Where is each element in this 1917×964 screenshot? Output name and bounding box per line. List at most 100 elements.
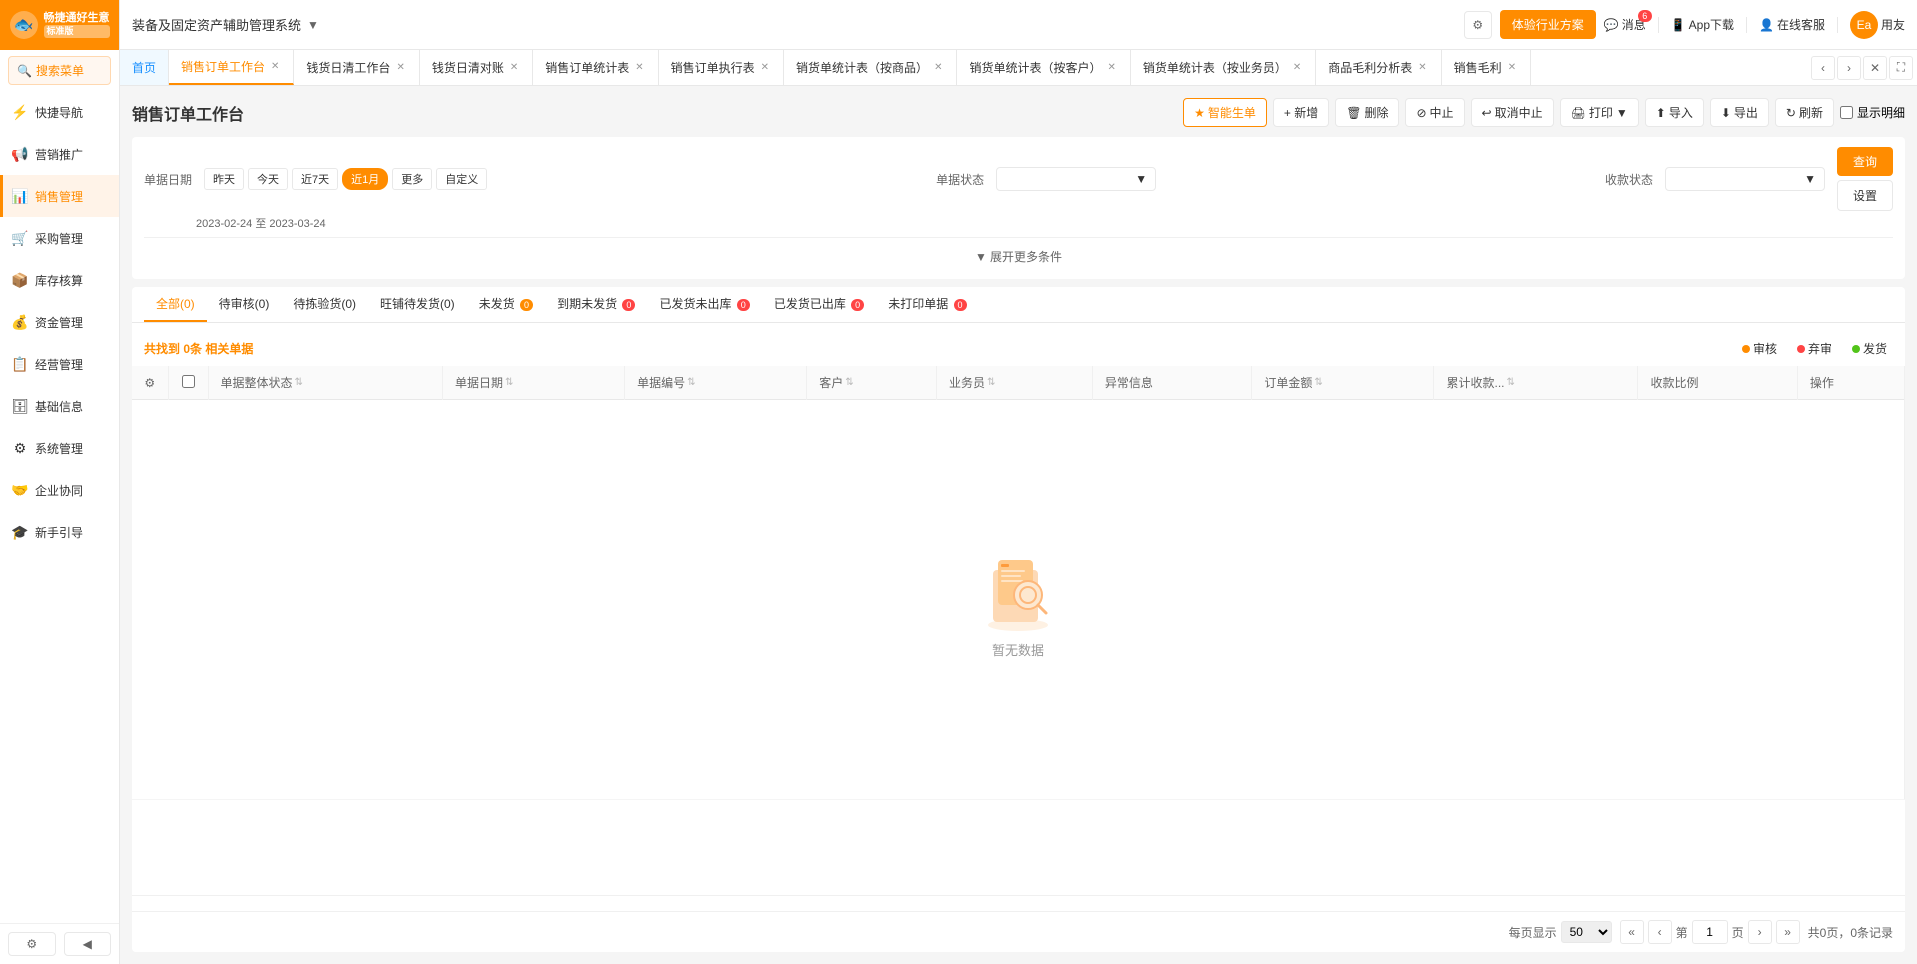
sub-tab-all[interactable]: 全部(0) bbox=[144, 287, 207, 322]
sidebar-item-sales[interactable]: 📊 销售管理 bbox=[0, 175, 119, 217]
tab-close-sales-goods[interactable]: ✕ bbox=[932, 61, 944, 74]
last-page-button[interactable]: » bbox=[1776, 920, 1800, 944]
smart-create-button[interactable]: ★ 智能生单 bbox=[1183, 98, 1267, 127]
tab-next-button[interactable]: › bbox=[1837, 56, 1861, 80]
sidebar-item-system[interactable]: ⚙ 系统管理 bbox=[0, 427, 119, 469]
system-dropdown-button[interactable]: ▼ bbox=[307, 18, 319, 32]
topbar-gear-button[interactable]: ⚙ bbox=[1464, 11, 1492, 39]
sub-tab-overdue-ship[interactable]: 到期未发货 0 bbox=[545, 287, 647, 322]
import-button[interactable]: ⬆ 导入 bbox=[1645, 98, 1704, 127]
deliver-dot bbox=[1852, 345, 1860, 353]
tab-daily-cash[interactable]: 钱货日清工作台 ✕ bbox=[294, 50, 419, 85]
sidebar-item-inventory[interactable]: 📦 库存核算 bbox=[0, 259, 119, 301]
sub-tab-shipped-not-out[interactable]: 已发货未出库 0 bbox=[647, 287, 761, 322]
tab-reconcile[interactable]: 钱货日清对账 ✕ bbox=[420, 50, 533, 85]
print-button[interactable]: 🖨 打印 ▼ bbox=[1560, 98, 1639, 127]
sort-customer[interactable]: ⇅ bbox=[845, 377, 853, 388]
sub-tab-pending-review[interactable]: 待审核(0) bbox=[207, 287, 282, 322]
tab-close-sales-staff[interactable]: ✕ bbox=[1291, 61, 1303, 74]
page-size-select[interactable]: 50 20 100 bbox=[1561, 921, 1612, 943]
expand-filter-button[interactable]: ▼ 展开更多条件 bbox=[967, 244, 1070, 269]
tab-fullscreen-button[interactable]: ⛶ bbox=[1889, 56, 1913, 80]
tab-close-all-button[interactable]: ✕ bbox=[1863, 56, 1887, 80]
date-btn-custom[interactable]: 自定义 bbox=[436, 168, 487, 190]
deliver-action[interactable]: 发货 bbox=[1846, 337, 1893, 360]
prev-page-button[interactable]: ‹ bbox=[1648, 920, 1672, 944]
date-btn-more[interactable]: 更多 bbox=[392, 168, 432, 190]
search-menu-button[interactable]: 🔍 搜索菜单 bbox=[8, 56, 111, 85]
next-page-button[interactable]: › bbox=[1748, 920, 1772, 944]
sort-amount[interactable]: ⇅ bbox=[1314, 377, 1322, 388]
sub-tab-pending-inspect[interactable]: 待拣验货(0) bbox=[281, 287, 368, 322]
divider bbox=[1658, 17, 1659, 33]
tab-close-sales-stats[interactable]: ✕ bbox=[633, 61, 645, 74]
sort-collected[interactable]: ⇅ bbox=[1507, 377, 1515, 388]
sort-date[interactable]: ⇅ bbox=[505, 377, 513, 388]
sidebar-item-quick-nav[interactable]: ⚡ 快捷导航 bbox=[0, 91, 119, 133]
message-button[interactable]: 💬 消息 6 bbox=[1604, 16, 1646, 33]
select-all-checkbox[interactable] bbox=[182, 375, 195, 388]
tab-close-sales-margin[interactable]: ✕ bbox=[1506, 61, 1518, 74]
tab-sales-stats[interactable]: 销售订单统计表 ✕ bbox=[533, 50, 658, 85]
tab-sales-exec[interactable]: 销售订单执行表 ✕ bbox=[659, 50, 784, 85]
sidebar-item-basic[interactable]: 🗄 基础信息 bbox=[0, 385, 119, 427]
status-filter-select[interactable]: ▼ bbox=[996, 167, 1156, 191]
tab-sales-staff[interactable]: 销货单统计表（按业务员） ✕ bbox=[1131, 50, 1316, 85]
settings-button[interactable]: 设置 bbox=[1837, 180, 1893, 211]
tab-close-sales-customer[interactable]: ✕ bbox=[1105, 61, 1117, 74]
receipt-filter-label: 收款状态 bbox=[1605, 171, 1653, 188]
sub-tab-wangpu[interactable]: 旺铺待发货(0) bbox=[368, 287, 467, 322]
sidebar-item-purchase[interactable]: 🛒 采购管理 bbox=[0, 217, 119, 259]
sidebar-item-marketing[interactable]: 📢 营销推广 bbox=[0, 133, 119, 175]
tab-close-reconcile[interactable]: ✕ bbox=[508, 61, 520, 74]
tab-sales-customer[interactable]: 销货单统计表（按客户） ✕ bbox=[957, 50, 1130, 85]
sub-tab-shipped-out[interactable]: 已发货已出库 0 bbox=[762, 287, 876, 322]
col-settings[interactable]: ⚙ bbox=[132, 366, 168, 400]
receipt-filter-select[interactable]: ▼ bbox=[1665, 167, 1825, 191]
delete-button[interactable]: 🗑 删除 bbox=[1335, 98, 1399, 127]
tab-gross-profit[interactable]: 商品毛利分析表 ✕ bbox=[1316, 50, 1441, 85]
online-service-button[interactable]: 👤 在线客服 bbox=[1759, 16, 1825, 33]
date-btn-yesterday[interactable]: 昨天 bbox=[204, 168, 244, 190]
tab-sales-goods[interactable]: 销货单统计表（按商品） ✕ bbox=[784, 50, 957, 85]
stop-button[interactable]: ⊘ 中止 bbox=[1405, 98, 1464, 127]
sidebar-settings-button[interactable]: ⚙ bbox=[8, 932, 56, 956]
refresh-button[interactable]: ↻ 刷新 bbox=[1775, 98, 1834, 127]
date-btn-7days[interactable]: 近7天 bbox=[292, 168, 338, 190]
tab-close-gross-profit[interactable]: ✕ bbox=[1416, 61, 1428, 74]
sub-tab-not-shipped[interactable]: 未发货 0 bbox=[467, 287, 545, 322]
horizontal-scrollbar[interactable] bbox=[132, 895, 1905, 911]
tab-sales-workbench[interactable]: 销售订单工作台 ✕ bbox=[169, 50, 294, 85]
app-download-button[interactable]: 📱 App下载 bbox=[1671, 16, 1734, 33]
show-detail-label[interactable]: 显示明细 bbox=[1840, 104, 1905, 121]
sidebar-item-operations[interactable]: 📋 经营管理 bbox=[0, 343, 119, 385]
show-detail-checkbox[interactable] bbox=[1840, 106, 1853, 119]
tab-prev-button[interactable]: ‹ bbox=[1811, 56, 1835, 80]
solution-button[interactable]: 体验行业方案 bbox=[1500, 10, 1596, 39]
first-page-button[interactable]: « bbox=[1620, 920, 1644, 944]
export-button[interactable]: ⬇ 导出 bbox=[1710, 98, 1769, 127]
sort-staff[interactable]: ⇅ bbox=[987, 377, 995, 388]
date-btn-1month[interactable]: 近1月 bbox=[342, 168, 388, 190]
audit-action[interactable]: 审核 bbox=[1736, 337, 1783, 360]
tab-close-sales-exec[interactable]: ✕ bbox=[759, 61, 771, 74]
sub-tab-not-printed[interactable]: 未打印单据 0 bbox=[876, 287, 978, 322]
tab-close-sales[interactable]: ✕ bbox=[269, 60, 281, 73]
user-button[interactable]: Ea 用友 bbox=[1850, 11, 1905, 39]
query-button[interactable]: 查询 bbox=[1837, 147, 1893, 176]
sidebar-item-enterprise[interactable]: 🤝 企业协同 bbox=[0, 469, 119, 511]
tab-home[interactable]: 首页 bbox=[120, 50, 169, 85]
cancel-audit-action[interactable]: 弃审 bbox=[1791, 337, 1838, 360]
sidebar-item-finance[interactable]: 💰 资金管理 bbox=[0, 301, 119, 343]
col-checkbox[interactable] bbox=[168, 366, 208, 400]
tab-sales-margin[interactable]: 销售毛利 ✕ bbox=[1442, 50, 1531, 85]
sidebar-item-newbie[interactable]: 🎓 新手引导 bbox=[0, 511, 119, 553]
sort-status[interactable]: ⇅ bbox=[295, 377, 303, 388]
sort-number[interactable]: ⇅ bbox=[687, 377, 695, 388]
add-button[interactable]: + 新增 bbox=[1273, 98, 1329, 127]
page-number-input[interactable] bbox=[1692, 920, 1728, 944]
tab-close-daily-cash[interactable]: ✕ bbox=[394, 61, 406, 74]
cancel-stop-button[interactable]: ↩ 取消中止 bbox=[1471, 98, 1554, 127]
date-btn-today[interactable]: 今天 bbox=[248, 168, 288, 190]
sidebar-collapse-button[interactable]: ◀ bbox=[64, 932, 112, 956]
